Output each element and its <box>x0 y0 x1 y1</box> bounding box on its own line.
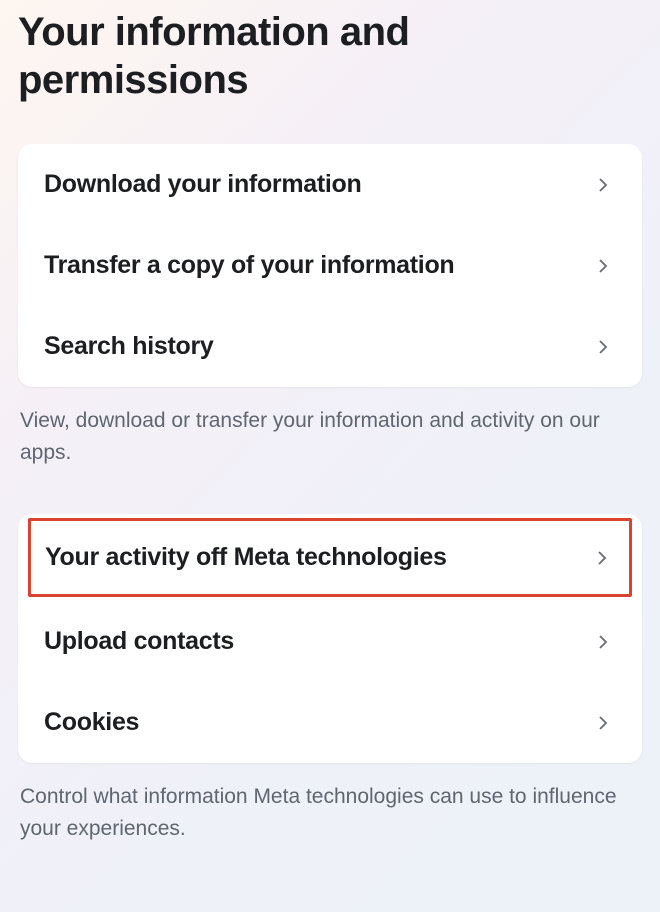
upload-contacts-item[interactable]: Upload contacts <box>18 601 642 682</box>
search-history-item[interactable]: Search history <box>18 306 642 387</box>
chevron-right-icon <box>594 714 612 732</box>
download-information-item[interactable]: Download your information <box>18 144 642 225</box>
transfer-copy-item[interactable]: Transfer a copy of your information <box>18 225 642 306</box>
chevron-right-icon <box>594 633 612 651</box>
chevron-right-icon <box>594 257 612 275</box>
page-title: Your information and permissions <box>18 0 642 144</box>
chevron-right-icon <box>594 176 612 194</box>
chevron-right-icon <box>594 338 612 356</box>
information-card: Download your information Transfer a cop… <box>18 144 642 387</box>
cookies-item[interactable]: Cookies <box>18 682 642 763</box>
section1-description: View, download or transfer your informat… <box>18 387 642 468</box>
chevron-right-icon <box>593 549 611 567</box>
list-item-label: Search history <box>44 332 213 361</box>
section2-description: Control what information Meta technologi… <box>18 763 642 844</box>
list-item-label: Transfer a copy of your information <box>44 251 454 280</box>
activity-off-meta-item[interactable]: Your activity off Meta technologies <box>28 518 632 597</box>
control-card: Your activity off Meta technologies Uplo… <box>18 514 642 763</box>
list-item-label: Cookies <box>44 708 139 737</box>
list-item-label: Upload contacts <box>44 627 234 656</box>
list-item-label: Your activity off Meta technologies <box>45 543 447 572</box>
list-item-label: Download your information <box>44 170 362 199</box>
